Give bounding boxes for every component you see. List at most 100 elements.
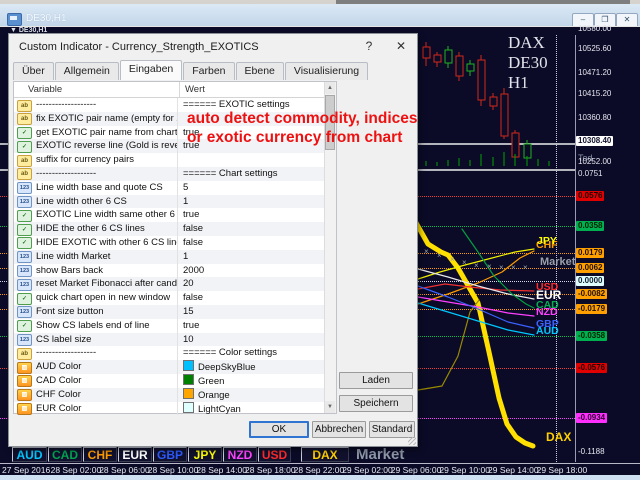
param-row[interactable]: ✓ Show CS labels end of line true xyxy=(14,318,336,333)
param-value[interactable]: 15 xyxy=(177,304,336,319)
annotation-text: auto detect commodity, indices or exotic… xyxy=(187,109,418,147)
param-name: Font size button xyxy=(36,305,104,317)
price-label: 0.0751 xyxy=(578,169,603,178)
param-name: CS label size xyxy=(36,333,92,345)
close-icon[interactable]: ✕ xyxy=(393,39,409,53)
mdi-window-title: DE30,H1 xyxy=(26,13,67,24)
currency-button-cad[interactable]: CAD xyxy=(48,447,82,462)
param-row[interactable]: ab ------------------- ====== Chart settin… xyxy=(14,166,336,181)
resize-grip[interactable] xyxy=(408,437,416,445)
param-value[interactable]: DeepSkyBlue xyxy=(177,360,336,374)
time-label: 29 Sep 02:00 xyxy=(342,465,393,475)
column-header-variable: Variable xyxy=(28,84,63,95)
price-label: 10308.40 xyxy=(576,136,614,146)
param-value[interactable]: true xyxy=(177,208,336,223)
tab-eingaben[interactable]: Eingaben xyxy=(119,60,183,80)
param-row[interactable]: 123 Line width other 6 CS 1 xyxy=(14,194,336,209)
param-name: ------------------- xyxy=(36,99,97,110)
param-value[interactable]: Green xyxy=(177,373,336,388)
param-value[interactable]: LightCyan xyxy=(177,401,336,416)
param-value[interactable]: 1 xyxy=(177,194,336,209)
param-value[interactable]: ====== Color settings xyxy=(177,346,336,361)
indicator-properties-dialog: Custom Indicator - Currency_Strength_EXO… xyxy=(8,33,418,447)
currency-button-nzd[interactable]: NZD xyxy=(223,447,257,462)
tab-farben[interactable]: Farben xyxy=(183,62,235,80)
param-row[interactable]: 123 Font size button 15 xyxy=(14,304,336,319)
color-type-icon: ▨ xyxy=(17,361,32,374)
param-name: fix EXOTIC pair name (empty for XAUU... xyxy=(36,112,177,124)
param-row[interactable]: ▨ CAD Color Green xyxy=(14,373,336,388)
param-value[interactable]: 1 xyxy=(177,249,336,264)
param-value[interactable]: Orange xyxy=(177,387,336,402)
param-row[interactable]: ▨ EUR Color LightCyan xyxy=(14,401,336,416)
param-row[interactable]: 123 show Bars back 2000 xyxy=(14,263,336,278)
time-label: 29 Sep 18:00 xyxy=(536,465,588,475)
currency-button-dax[interactable]: DAX xyxy=(301,447,349,462)
tab-über[interactable]: Über xyxy=(13,62,54,80)
param-row[interactable]: 123 Line width Market 1 xyxy=(14,249,336,264)
param-name: ------------------- xyxy=(36,167,97,179)
currency-button-gbp[interactable]: GBP xyxy=(153,447,187,462)
currency-button-aud[interactable]: AUD xyxy=(12,447,47,462)
param-row[interactable]: ▨ CHF Color Orange xyxy=(14,387,336,402)
market-button-label[interactable]: Market xyxy=(356,446,404,463)
currency-button-chf[interactable]: CHF xyxy=(83,447,117,462)
param-row[interactable]: 123 reset Market Fibonacci after candles 2… xyxy=(14,277,336,292)
currency-button-jpy[interactable]: JPY xyxy=(188,447,222,462)
cancel-button[interactable]: Abbrechen xyxy=(312,421,366,438)
bool-type-icon: ✓ xyxy=(17,140,32,153)
load-button[interactable]: Laden xyxy=(339,372,413,389)
price-label: 10360.80 xyxy=(578,113,612,122)
param-value[interactable]: 2000 xyxy=(177,263,336,278)
param-value[interactable]: 20 xyxy=(177,277,336,292)
param-value[interactable]: 5 xyxy=(177,180,336,195)
save-button[interactable]: Speichern xyxy=(339,395,413,412)
time-label: 28 Sep 22:00 xyxy=(293,465,345,475)
param-value[interactable]: ====== Chart settings xyxy=(177,166,336,181)
color-type-icon: ▨ xyxy=(17,403,32,416)
color-swatch xyxy=(183,373,194,385)
tab-allgemein[interactable]: Allgemein xyxy=(54,62,119,80)
str-type-icon: ab xyxy=(17,99,32,112)
price-label: 10252.00 xyxy=(578,157,612,166)
scroll-up-icon[interactable]: ▲ xyxy=(325,82,335,94)
param-value[interactable]: 10 xyxy=(177,332,336,347)
reset-button[interactable]: Standard xyxy=(369,421,415,438)
param-row[interactable]: 123 Line width base and quote CS 5 xyxy=(14,180,336,195)
price-label: 0.0062 xyxy=(576,263,605,273)
watermark-name: DE30 xyxy=(508,53,548,72)
param-row[interactable]: ab suffix for currency pairs xyxy=(14,153,336,167)
currency-button-eur[interactable]: EUR xyxy=(118,447,152,462)
price-label: -0.1188 xyxy=(578,447,605,456)
param-name: EXOTIC reverse line (Gold is reversed) xyxy=(36,140,177,152)
price-label: 10525.60 xyxy=(578,44,612,53)
tab-visualisierung[interactable]: Visualisierung xyxy=(284,62,369,80)
num-type-icon: 123 xyxy=(17,306,32,319)
param-row[interactable]: ✓ quick chart open in new window false xyxy=(14,291,336,305)
param-row[interactable]: ✓ EXOTIC Line width same other 6 CS true xyxy=(14,208,336,223)
param-value[interactable]: true xyxy=(177,318,336,333)
dialog-tabs: Über Allgemein Eingaben Farben Ebene Visualis… xyxy=(13,60,369,80)
param-value[interactable]: false xyxy=(177,222,336,236)
help-icon[interactable]: ? xyxy=(361,39,377,53)
param-row[interactable]: ab ------------------- ====== Color settin… xyxy=(14,346,336,361)
param-value[interactable] xyxy=(177,153,336,167)
param-value[interactable]: false xyxy=(177,291,336,305)
price-label: 10580.00 xyxy=(578,24,612,33)
price-label: -0.0082 xyxy=(576,289,608,299)
price-label: -0.0358 xyxy=(576,331,608,341)
ok-button[interactable]: OK xyxy=(249,421,309,438)
param-row[interactable]: ✓ HIDE EXOTIC with other 6 CS lines false xyxy=(14,235,336,250)
currency-button-usd[interactable]: USD xyxy=(258,447,291,462)
param-value[interactable]: false xyxy=(177,235,336,250)
color-swatch xyxy=(183,387,194,399)
scroll-down-icon[interactable]: ▼ xyxy=(325,401,335,413)
annotation-line1: auto detect commodity, indices xyxy=(187,110,418,127)
param-row[interactable]: ▨ AUD Color DeepSkyBlue xyxy=(14,360,336,374)
bool-type-icon: ✓ xyxy=(17,292,32,305)
param-row[interactable]: 123 CS label size 10 xyxy=(14,332,336,347)
tab-ebene[interactable]: Ebene xyxy=(235,62,284,80)
time-axis-line xyxy=(0,463,640,464)
param-row[interactable]: ✓ HIDE the other 6 CS lines false xyxy=(14,222,336,236)
param-name: CAD Color xyxy=(36,374,82,386)
